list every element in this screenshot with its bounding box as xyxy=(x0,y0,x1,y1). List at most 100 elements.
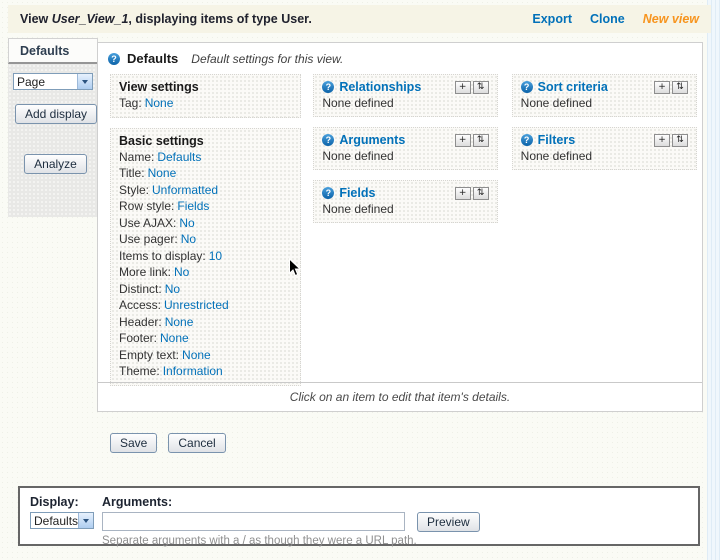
setting-label: Distinct: xyxy=(119,281,162,296)
arguments-box: ? Arguments + ⇅ None defined xyxy=(313,127,498,170)
rearrange-arguments-button[interactable]: ⇅ xyxy=(472,133,489,147)
clone-link[interactable]: Clone xyxy=(590,12,625,26)
help-icon[interactable]: ? xyxy=(108,52,120,65)
arguments-help-text: Separate arguments with a / as though th… xyxy=(102,535,417,547)
setting-label: Row style: xyxy=(119,199,175,213)
empty-text-value-link[interactable]: None xyxy=(182,348,211,362)
add-field-button[interactable]: + xyxy=(454,186,471,200)
setting-label: Tag: xyxy=(119,96,142,110)
relationships-empty-text: None defined xyxy=(322,96,394,110)
filters-box: ? Filters + ⇅ None defined xyxy=(511,127,697,170)
add-relationship-button[interactable]: + xyxy=(454,80,471,94)
basic-settings-title: Basic settings xyxy=(119,133,204,148)
edit-hint-text: Click on an item to edit that item's det… xyxy=(98,382,702,411)
preview-button[interactable]: Preview xyxy=(417,512,480,532)
setting-row: More link: No xyxy=(119,264,292,281)
sort-criteria-box: ? Sort criteria + ⇅ None defined xyxy=(511,74,697,117)
column-basic: View settings Tag: None Basic settings Na… xyxy=(110,74,302,396)
panel-header: ? Defaults Default settings for this vie… xyxy=(98,43,702,72)
display-type-select[interactable]: Page xyxy=(13,73,93,90)
setting-row: Title: None xyxy=(119,165,292,182)
help-icon[interactable]: ? xyxy=(520,134,533,146)
header-value-link[interactable]: None xyxy=(165,315,194,329)
sort-criteria-title-link[interactable]: Sort criteria xyxy=(538,79,608,95)
help-icon[interactable]: ? xyxy=(322,187,335,199)
display-label: Display: xyxy=(30,495,79,509)
page-edge-pattern xyxy=(707,0,720,560)
preview-display-select[interactable]: Defaults xyxy=(30,512,94,529)
access-value-link[interactable]: Unrestricted xyxy=(164,298,229,312)
theme-value-link[interactable]: Information xyxy=(163,364,223,378)
add-sort-button[interactable]: + xyxy=(654,80,670,94)
add-display-button[interactable]: Add display xyxy=(15,104,98,124)
setting-row: Footer: None xyxy=(119,330,292,347)
filters-empty-text: None defined xyxy=(520,149,593,163)
arguments-input[interactable] xyxy=(102,512,405,531)
help-icon[interactable]: ? xyxy=(322,134,335,146)
view-name: User_View_1 xyxy=(51,12,129,26)
column-right: ? Sort criteria + ⇅ None defined ? Filte… xyxy=(511,74,697,396)
sort-criteria-empty-text: None defined xyxy=(520,96,593,110)
tag-value-link[interactable]: None xyxy=(145,96,174,110)
panel-note: Default settings for this view. xyxy=(191,51,344,66)
help-icon[interactable]: ? xyxy=(520,81,533,93)
column-middle: ? Relationships + ⇅ None defined ? Argum… xyxy=(313,74,498,396)
setting-label: Items to display: xyxy=(119,248,206,263)
preview-display-column: Display: Defaults xyxy=(30,495,102,544)
relationships-title-link[interactable]: Relationships xyxy=(339,79,421,95)
dropdown-arrow-icon xyxy=(78,513,93,528)
setting-label: Header: xyxy=(119,314,162,329)
rearrange-fields-button[interactable]: ⇅ xyxy=(472,186,489,200)
setting-row: Distinct: No xyxy=(119,281,292,298)
form-actions: Save Cancel xyxy=(110,433,226,453)
new-view-link[interactable]: New view xyxy=(643,12,699,26)
fields-title-link[interactable]: Fields xyxy=(339,185,375,201)
style-value-link[interactable]: Unformatted xyxy=(152,183,218,197)
add-filter-button[interactable]: + xyxy=(654,133,670,147)
view-settings-title: View settings xyxy=(119,80,199,94)
title-value-link[interactable]: None xyxy=(148,166,177,180)
preview-arguments-column: Arguments: Preview Separate arguments wi… xyxy=(102,495,688,547)
setting-label: Footer: xyxy=(119,331,158,345)
use-pager-value-link[interactable]: No xyxy=(181,232,196,246)
view-header-links: Export Clone New view xyxy=(532,12,699,26)
row-style-value-link[interactable]: Fields xyxy=(177,199,209,213)
preview-display-value: Defaults xyxy=(34,513,78,528)
fields-box: ? Fields + ⇅ None defined xyxy=(313,180,498,223)
dropdown-arrow-icon xyxy=(77,74,92,89)
cancel-button[interactable]: Cancel xyxy=(168,433,226,453)
save-button[interactable]: Save xyxy=(110,433,158,453)
rearrange-filters-button[interactable]: ⇅ xyxy=(672,133,688,147)
help-icon[interactable]: ? xyxy=(322,81,335,93)
setting-label: Use AJAX: xyxy=(119,215,177,230)
setting-row: Use AJAX: No xyxy=(119,215,292,232)
more-link-value-link[interactable]: No xyxy=(174,265,189,279)
setting-label: Name: xyxy=(119,149,155,164)
view-title: View User_View_1, displaying items of ty… xyxy=(20,12,312,26)
footer-value-link[interactable]: None xyxy=(160,331,189,345)
analyze-button[interactable]: Analyze xyxy=(24,154,87,174)
add-argument-button[interactable]: + xyxy=(454,133,471,147)
panel-heading: Defaults xyxy=(127,51,179,66)
name-value-link[interactable]: Defaults xyxy=(157,150,201,164)
rearrange-sorts-button[interactable]: ⇅ xyxy=(672,80,688,94)
tab-defaults[interactable]: Defaults xyxy=(8,38,98,64)
rearrange-relationships-button[interactable]: ⇅ xyxy=(472,80,489,94)
setting-row: Name: Defaults xyxy=(119,149,292,166)
use-ajax-value-link[interactable]: No xyxy=(179,216,194,230)
setting-row: Items to display: 10 xyxy=(119,248,292,265)
arguments-label: Arguments: xyxy=(102,495,173,509)
views-ui-page: View User_View_1, displaying items of ty… xyxy=(0,0,720,560)
setting-row: Use pager: No xyxy=(119,231,292,248)
display-controls-panel: Page Add display Analyze xyxy=(8,64,98,217)
items-to-display-value-link[interactable]: 10 xyxy=(209,249,222,263)
display-sidebar: Defaults Page Add display Analyze xyxy=(8,38,98,217)
filters-title-link[interactable]: Filters xyxy=(538,132,576,148)
arguments-title-link[interactable]: Arguments xyxy=(339,132,405,148)
view-title-prefix: View xyxy=(20,12,52,26)
export-link[interactable]: Export xyxy=(532,12,572,26)
distinct-value-link[interactable]: No xyxy=(165,282,180,296)
setting-row: Theme: Information xyxy=(119,363,292,380)
setting-row: Tag: None xyxy=(119,95,292,112)
setting-row: Style: Unformatted xyxy=(119,182,292,199)
